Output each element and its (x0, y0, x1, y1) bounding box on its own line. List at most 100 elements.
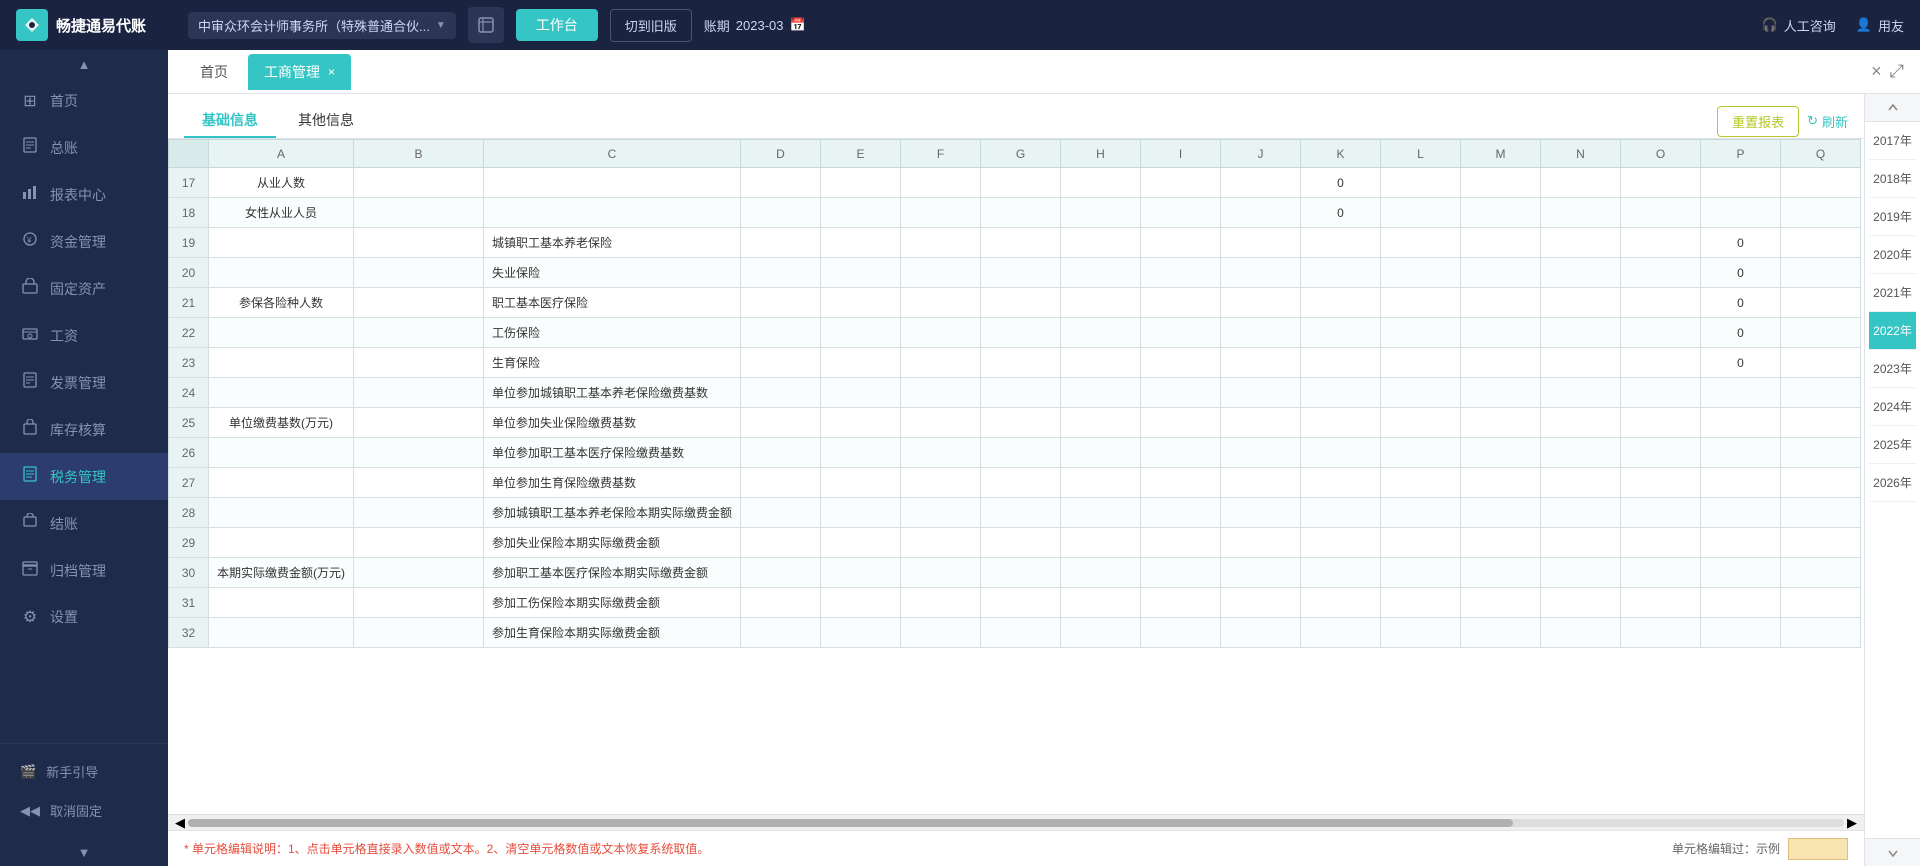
horizontal-scrollbar[interactable]: ◀ ▶ (168, 814, 1864, 830)
cell-data[interactable] (1621, 498, 1701, 528)
cell-data[interactable] (821, 228, 901, 258)
cell-data[interactable] (1381, 498, 1461, 528)
cell-c[interactable]: 单位参加职工基本医疗保险缴费基数 (484, 438, 741, 468)
reset-report-btn[interactable]: 重置报表 (1717, 106, 1799, 137)
cell-a[interactable] (209, 618, 354, 648)
sidebar-scroll-up[interactable]: ▲ (0, 50, 168, 78)
cell-data[interactable] (1221, 468, 1301, 498)
cell-data[interactable] (1541, 438, 1621, 468)
cell-c[interactable] (484, 198, 741, 228)
new-guide-btn[interactable]: 🎬 新手引导 (0, 752, 168, 791)
cell-k[interactable] (1301, 228, 1381, 258)
h-scroll-right[interactable]: ▶ (1844, 815, 1860, 831)
cell-data[interactable] (1061, 228, 1141, 258)
cell-b[interactable] (354, 408, 484, 438)
cell-q[interactable] (1781, 168, 1861, 198)
cell-data[interactable] (741, 228, 821, 258)
cell-data[interactable] (1141, 438, 1221, 468)
cell-data[interactable] (1221, 348, 1301, 378)
cell-data[interactable] (901, 168, 981, 198)
sub-tab-other[interactable]: 其他信息 (280, 104, 372, 138)
cell-data[interactable] (1381, 438, 1461, 468)
cell-data[interactable] (1461, 618, 1541, 648)
cell-data[interactable] (901, 378, 981, 408)
cell-data[interactable] (981, 378, 1061, 408)
cell-data[interactable] (821, 528, 901, 558)
cell-a[interactable] (209, 438, 354, 468)
cell-a[interactable] (209, 378, 354, 408)
cell-data[interactable] (1461, 498, 1541, 528)
cell-c[interactable]: 城镇职工基本养老保险 (484, 228, 741, 258)
cell-data[interactable] (1541, 228, 1621, 258)
cell-data[interactable] (741, 288, 821, 318)
cell-data[interactable] (1621, 348, 1701, 378)
cell-data[interactable] (1541, 558, 1621, 588)
cell-data[interactable] (741, 438, 821, 468)
cell-data[interactable] (1461, 228, 1541, 258)
year-item[interactable]: 2020年 (1869, 236, 1916, 274)
cell-p[interactable] (1701, 438, 1781, 468)
cell-data[interactable] (1221, 258, 1301, 288)
cell-data[interactable] (1221, 618, 1301, 648)
cell-k[interactable]: 0 (1301, 168, 1381, 198)
cell-data[interactable] (1621, 228, 1701, 258)
cell-data[interactable] (821, 288, 901, 318)
cell-data[interactable] (1061, 378, 1141, 408)
cell-data[interactable] (1621, 408, 1701, 438)
cell-data[interactable] (901, 468, 981, 498)
cell-data[interactable] (1061, 618, 1141, 648)
cell-k[interactable] (1301, 618, 1381, 648)
cell-k[interactable] (1301, 588, 1381, 618)
cell-data[interactable] (1221, 318, 1301, 348)
cell-data[interactable] (901, 408, 981, 438)
cell-data[interactable] (1461, 168, 1541, 198)
cell-k[interactable] (1301, 498, 1381, 528)
cell-k[interactable]: 0 (1301, 198, 1381, 228)
cell-data[interactable] (1141, 198, 1221, 228)
cell-data[interactable] (1541, 318, 1621, 348)
cell-data[interactable] (1061, 198, 1141, 228)
cell-k[interactable] (1301, 558, 1381, 588)
cell-data[interactable] (1141, 318, 1221, 348)
cell-data[interactable] (821, 258, 901, 288)
cell-data[interactable] (741, 198, 821, 228)
cell-data[interactable] (1221, 438, 1301, 468)
cell-q[interactable] (1781, 378, 1861, 408)
calendar-icon[interactable]: 📅 (790, 17, 806, 33)
cell-data[interactable] (1621, 168, 1701, 198)
cell-data[interactable] (1141, 558, 1221, 588)
year-item[interactable]: 2019年 (1869, 198, 1916, 236)
cell-c[interactable]: 参加失业保险本期实际缴费金额 (484, 528, 741, 558)
cell-b[interactable] (354, 528, 484, 558)
cell-data[interactable] (1381, 348, 1461, 378)
cell-p[interactable] (1701, 468, 1781, 498)
sidebar-scroll-down[interactable]: ▼ (0, 838, 168, 866)
cell-data[interactable] (741, 348, 821, 378)
cell-data[interactable] (821, 198, 901, 228)
year-scroll-down[interactable] (1865, 838, 1920, 866)
h-scroll-track[interactable] (188, 819, 1844, 827)
cell-data[interactable] (901, 618, 981, 648)
cell-data[interactable] (741, 378, 821, 408)
cell-data[interactable] (821, 588, 901, 618)
cell-data[interactable] (1141, 378, 1221, 408)
cell-data[interactable] (821, 318, 901, 348)
cell-p[interactable]: 0 (1701, 288, 1781, 318)
cell-c[interactable]: 职工基本医疗保险 (484, 288, 741, 318)
tab-home[interactable]: 首页 (184, 54, 244, 90)
cell-data[interactable] (1621, 438, 1701, 468)
cell-data[interactable] (1221, 288, 1301, 318)
cell-data[interactable] (1621, 318, 1701, 348)
cell-data[interactable] (741, 408, 821, 438)
cell-q[interactable] (1781, 618, 1861, 648)
cell-data[interactable] (1381, 468, 1461, 498)
cell-data[interactable] (1141, 618, 1221, 648)
cell-q[interactable] (1781, 258, 1861, 288)
user-btn[interactable]: 👤 用友 (1856, 16, 1904, 35)
cell-data[interactable] (1541, 588, 1621, 618)
cell-data[interactable] (741, 498, 821, 528)
cell-data[interactable] (1061, 408, 1141, 438)
cell-data[interactable] (1621, 378, 1701, 408)
cell-data[interactable] (1061, 318, 1141, 348)
cell-data[interactable] (1541, 618, 1621, 648)
